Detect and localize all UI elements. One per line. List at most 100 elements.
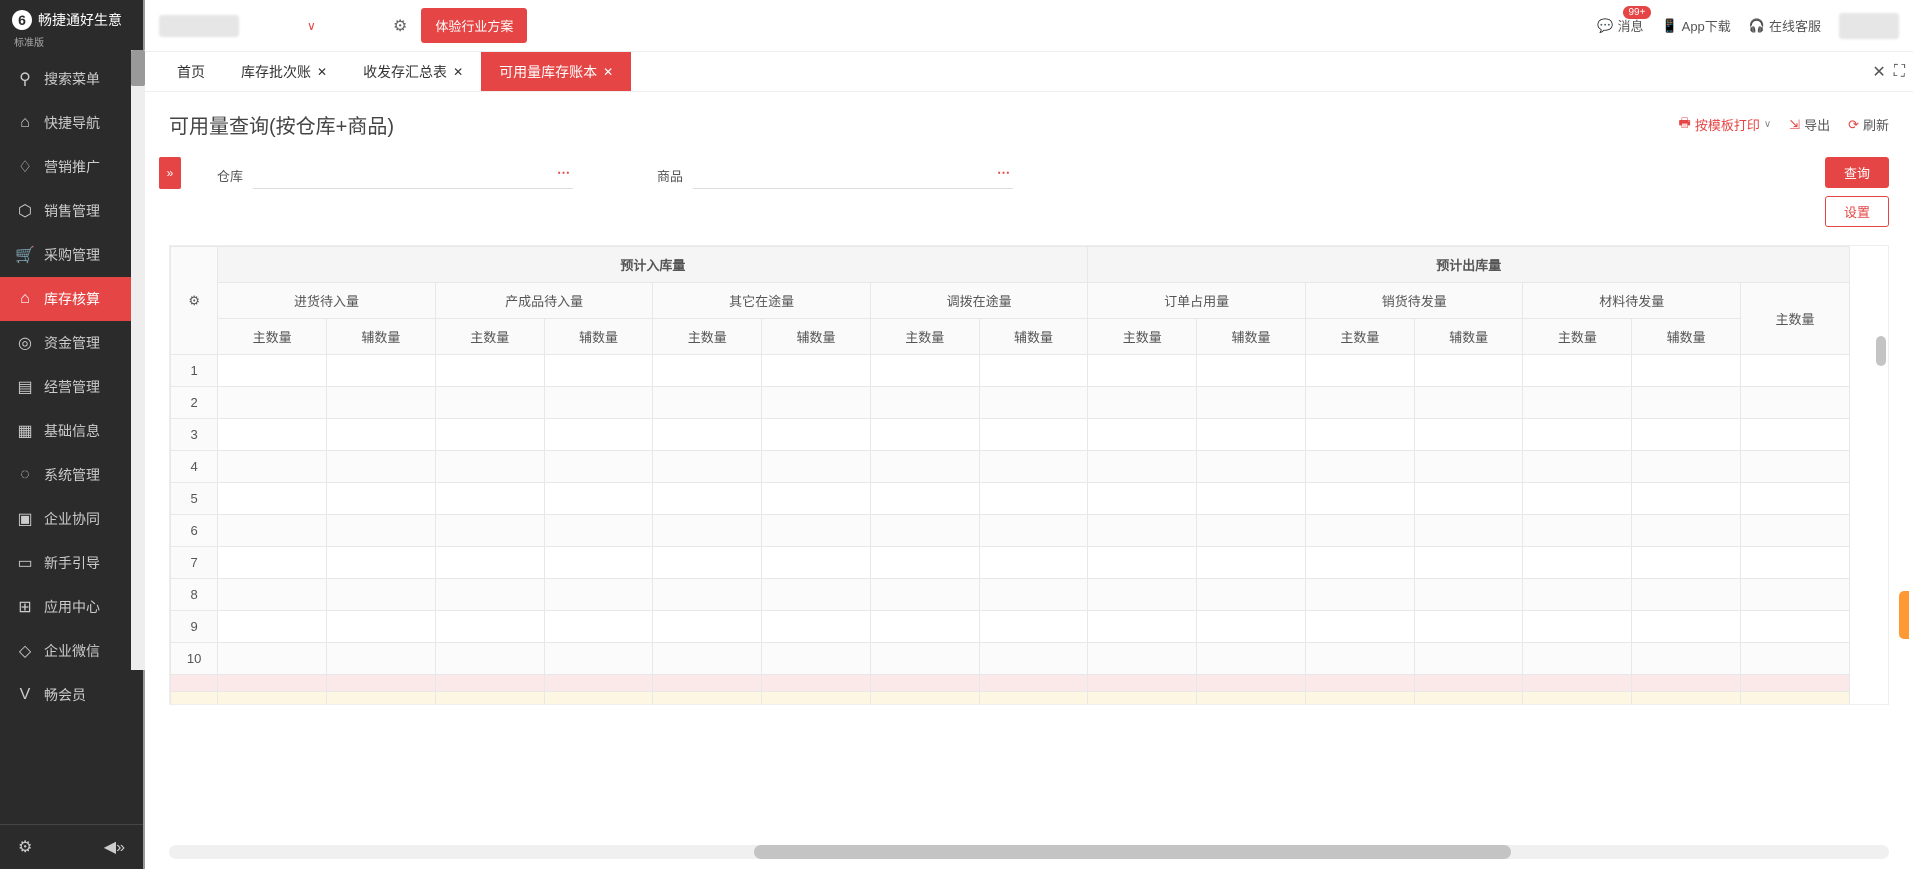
export-action[interactable]: ⇲ 导出 — [1789, 115, 1830, 134]
chevron-down-icon: ∨ — [307, 19, 316, 33]
cell — [1088, 419, 1197, 451]
app-download-link[interactable]: 📱 App下载 — [1661, 16, 1730, 35]
brand-edition: 标准版 — [0, 34, 143, 49]
cell — [1197, 387, 1306, 419]
cell — [762, 692, 871, 706]
sidebar-item-wechat-work[interactable]: ◇企业微信 — [0, 629, 143, 673]
sidebar-item-inventory[interactable]: ⌂库存核算 — [0, 277, 143, 321]
table-container: ⚙预计入库量预计出库量进货待入量产成品待入量其它在途量调拨在途量订单占用量销货待… — [145, 245, 1913, 845]
operations-icon: ▤ — [16, 378, 34, 396]
sidebar-item-funds[interactable]: ◎资金管理 — [0, 321, 143, 365]
collapse-icon[interactable]: ◀» — [104, 837, 125, 857]
print-label: 按模板打印 — [1695, 115, 1760, 134]
sidebar-item-member[interactable]: V畅会员 — [0, 673, 143, 717]
sidebar-item-app-center[interactable]: ⊞应用中心 — [0, 585, 143, 629]
tabs-bar: 首页库存批次账✕收发存汇总表✕ 可用量库存账本 ✕ ✕ ⛶ — [145, 52, 1913, 92]
product-input[interactable] — [693, 161, 1013, 188]
table-row: 6 — [171, 515, 1850, 547]
filter-collapse-toggle[interactable]: » — [159, 157, 181, 189]
col-aux-qty: 辅数量 — [979, 319, 1088, 355]
sidebar-item-operations[interactable]: ▤经营管理 — [0, 365, 143, 409]
inventory-table: ⚙预计入库量预计出库量进货待入量产成品待入量其它在途量调拨在途量订单占用量销货待… — [170, 246, 1850, 705]
sidebar-item-label: 搜索菜单 — [44, 69, 100, 89]
warehouse-more-icon[interactable]: ⋯ — [557, 165, 571, 181]
warehouse-filter: 仓库 ⋯ — [193, 161, 573, 189]
fullscreen-icon[interactable]: ⛶ — [1894, 63, 1905, 81]
sidebar-item-search-menu[interactable]: ⚲搜索菜单 — [0, 57, 143, 101]
cell — [1741, 419, 1850, 451]
table-scroll[interactable]: ⚙预计入库量预计出库量进货待入量产成品待入量其它在途量调拨在途量订单占用量销货待… — [169, 245, 1889, 705]
product-more-icon[interactable]: ⋯ — [997, 165, 1011, 181]
table-gear-header[interactable]: ⚙ — [171, 247, 218, 355]
cell — [1632, 547, 1741, 579]
cell — [544, 643, 653, 675]
sidebar-footer: ⚙ ◀» — [0, 824, 143, 869]
try-industry-button[interactable]: 体验行业方案 — [421, 8, 527, 43]
headset-icon: 🎧 — [1749, 18, 1765, 34]
cell — [218, 643, 327, 675]
settings-icon[interactable]: ⚙ — [18, 837, 32, 857]
cell — [979, 355, 1088, 387]
warehouse-input[interactable] — [253, 161, 573, 188]
float-side-button[interactable] — [1899, 591, 1909, 639]
cell — [1523, 547, 1632, 579]
col-main-qty: 主数量 — [653, 319, 762, 355]
cell — [544, 483, 653, 515]
sidebar-item-label: 库存核算 — [44, 289, 100, 309]
cell — [327, 547, 436, 579]
cell — [327, 387, 436, 419]
cell — [1197, 483, 1306, 515]
sidebar-item-enterprise-collab[interactable]: ▣企业协同 — [0, 497, 143, 541]
table-horizontal-scrollbar[interactable] — [169, 845, 1889, 859]
cell — [1088, 355, 1197, 387]
tab-库存批次账[interactable]: 库存批次账✕ — [223, 52, 345, 91]
sidebar-item-sales[interactable]: ⬡销售管理 — [0, 189, 143, 233]
cell — [1741, 515, 1850, 547]
filter-bar: » 仓库 ⋯ 商品 ⋯ 查询 — [145, 151, 1913, 245]
cell — [435, 547, 544, 579]
tab-label: 可用量库存账本 — [499, 62, 597, 82]
cell — [435, 611, 544, 643]
company-selector[interactable]: ∨ — [159, 15, 379, 37]
cell — [762, 483, 871, 515]
sales-icon: ⬡ — [16, 202, 34, 220]
sidebar-scrollbar[interactable] — [131, 50, 145, 670]
tab-可用量库存账本[interactable]: 可用量库存账本 ✕ — [481, 52, 631, 91]
header-gear-icon[interactable]: ⚙ — [389, 12, 411, 40]
sidebar-item-label: 快捷导航 — [44, 113, 100, 133]
cell — [544, 451, 653, 483]
sidebar-item-guide[interactable]: ▭新手引导 — [0, 541, 143, 585]
sidebar-item-system[interactable]: ◌系统管理 — [0, 453, 143, 497]
tab-收发存汇总表[interactable]: 收发存汇总表✕ — [345, 52, 481, 91]
table-vertical-thumb[interactable] — [1876, 336, 1886, 366]
messages-link[interactable]: 💬 消息 99+ — [1597, 16, 1643, 35]
sidebar-scroll-thumb[interactable] — [131, 50, 145, 86]
close-all-tabs-icon[interactable]: ✕ — [1872, 62, 1885, 82]
tab-close-icon[interactable]: ✕ — [453, 65, 463, 79]
cell — [762, 675, 871, 692]
tab-首页[interactable]: 首页 — [159, 52, 223, 91]
guide-icon: ▭ — [16, 554, 34, 572]
print-template-action[interactable]: 🖶 按模板打印 ∨ — [1679, 114, 1772, 136]
table-vertical-scrollbar[interactable] — [1876, 336, 1886, 576]
query-button[interactable]: 查询 — [1825, 157, 1889, 188]
sidebar-item-basic-info[interactable]: ▦基础信息 — [0, 409, 143, 453]
refresh-action[interactable]: ⟳ 刷新 — [1848, 115, 1889, 134]
table-row: 10 — [171, 643, 1850, 675]
sidebar-item-purchase[interactable]: 🛒采购管理 — [0, 233, 143, 277]
sidebar-item-label: 营销推广 — [44, 157, 100, 177]
cell — [218, 483, 327, 515]
online-service-link[interactable]: 🎧 在线客服 — [1749, 16, 1821, 35]
user-avatar-blurred[interactable] — [1839, 13, 1899, 39]
sidebar-item-quick-nav[interactable]: ⌂快捷导航 — [0, 101, 143, 145]
filter-settings-button[interactable]: 设置 — [1825, 196, 1889, 227]
tab-close-icon[interactable]: ✕ — [317, 65, 327, 79]
product-label: 商品 — [633, 166, 683, 185]
sidebar-item-marketing[interactable]: ♢营销推广 — [0, 145, 143, 189]
table-horizontal-thumb[interactable] — [754, 845, 1511, 859]
funds-icon: ◎ — [16, 334, 34, 352]
tab-close-icon[interactable]: ✕ — [603, 65, 613, 79]
cell — [1632, 675, 1741, 692]
page-title: 可用量查询(按仓库+商品) — [169, 110, 394, 139]
col-sub: 材料待发量 — [1523, 283, 1741, 319]
